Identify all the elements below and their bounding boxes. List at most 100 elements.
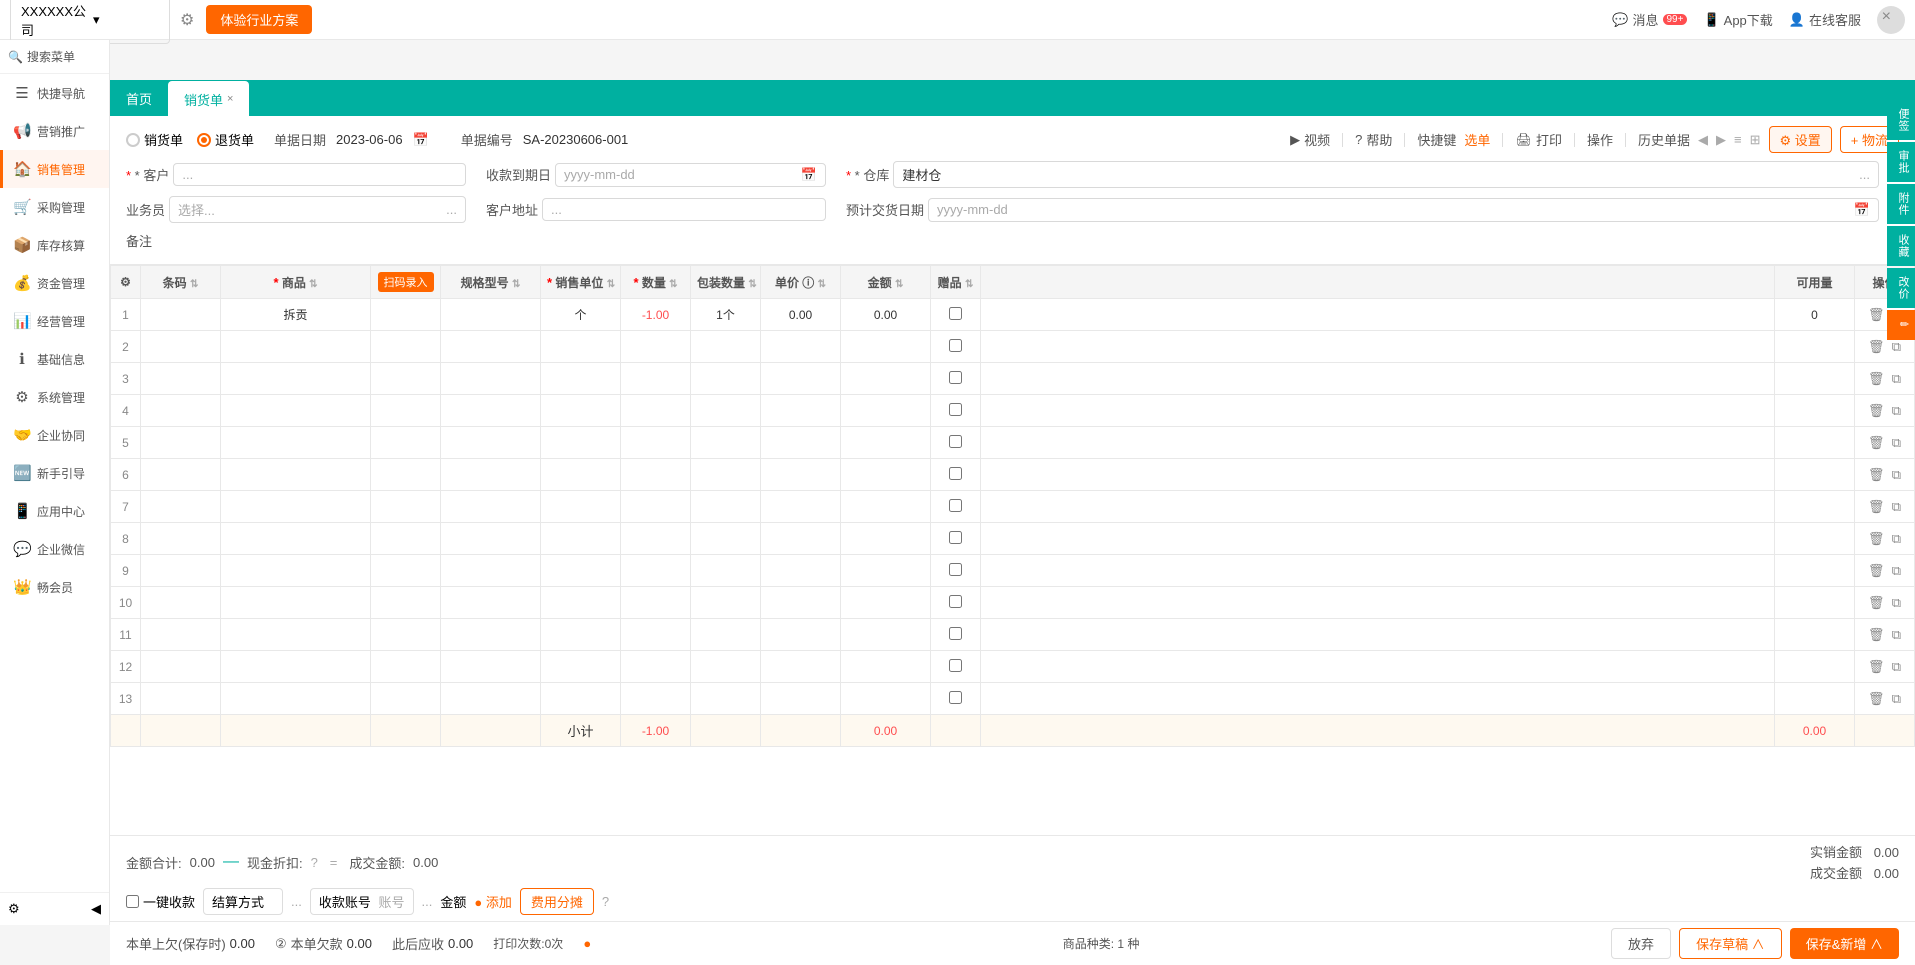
payment-account-select[interactable]: 收款账号 账号	[310, 888, 414, 915]
cell-spec[interactable]	[441, 587, 541, 619]
tab-close-icon[interactable]: ×	[227, 93, 233, 105]
cell-price[interactable]	[761, 491, 841, 523]
trial-button[interactable]: 体验行业方案	[206, 5, 312, 34]
delete-icon[interactable]: 🗑	[1868, 435, 1885, 450]
due-date-input[interactable]: yyyy-mm-dd 📅	[555, 163, 826, 187]
cell-pack-qty[interactable]	[691, 459, 761, 491]
cell-barcode[interactable]	[141, 363, 221, 395]
copy-icon[interactable]: ⧉	[1892, 691, 1901, 706]
cell-qty[interactable]	[621, 523, 691, 555]
cell-spec[interactable]	[441, 491, 541, 523]
cell-gift[interactable]	[931, 395, 981, 427]
operate-btn[interactable]: 操作	[1587, 130, 1613, 149]
cell-barcode[interactable]	[141, 587, 221, 619]
cell-qty[interactable]	[621, 555, 691, 587]
select-btn[interactable]: 选单	[1464, 130, 1490, 149]
warehouse-input[interactable]: 建材仓 ...	[893, 161, 1879, 188]
cell-price[interactable]	[761, 363, 841, 395]
cell-unit[interactable]	[541, 331, 621, 363]
settings-icon[interactable]: ⚙	[180, 10, 194, 30]
cell-amount[interactable]	[841, 651, 931, 683]
product-kind[interactable]: 商品种类: 1 种	[1063, 935, 1140, 952]
cell-price[interactable]	[761, 459, 841, 491]
cell-amount[interactable]	[841, 459, 931, 491]
delete-icon[interactable]: 🗑	[1868, 659, 1885, 674]
sidebar-item-finance[interactable]: 💰 资金管理	[0, 264, 109, 302]
sidebar-collapse-icon[interactable]: ◀	[91, 901, 101, 917]
cell-amount[interactable]: 0.00	[841, 299, 931, 331]
cell-barcode[interactable]	[141, 491, 221, 523]
cell-spec[interactable]	[441, 459, 541, 491]
add-payment-button[interactable]: ● 添加	[474, 892, 511, 911]
cell-gift[interactable]	[931, 491, 981, 523]
cell-pack-qty[interactable]	[691, 523, 761, 555]
cell-price[interactable]	[761, 331, 841, 363]
one-click-payment-checkbox[interactable]: 一键收款	[126, 892, 195, 911]
cell-pack-qty[interactable]	[691, 587, 761, 619]
cell-price[interactable]	[761, 619, 841, 651]
copy-icon[interactable]: ⧉	[1892, 563, 1901, 578]
gift-checkbox[interactable]	[949, 307, 962, 320]
cell-price[interactable]: 0.00	[761, 299, 841, 331]
discard-button[interactable]: 放弃	[1611, 928, 1671, 959]
copy-icon[interactable]: ⧉	[1892, 659, 1901, 674]
cell-amount[interactable]	[841, 619, 931, 651]
sidebar-item-marketing[interactable]: 📢 营销推广	[0, 112, 109, 150]
print-btn[interactable]: 🖨 打印	[1515, 130, 1562, 149]
cell-qty[interactable]	[621, 427, 691, 459]
cell-pack-qty[interactable]	[691, 331, 761, 363]
cell-product[interactable]	[221, 331, 371, 363]
cell-product[interactable]	[221, 427, 371, 459]
cell-barcode[interactable]	[141, 427, 221, 459]
copy-icon[interactable]: ⧉	[1892, 499, 1901, 514]
cell-gift[interactable]	[931, 619, 981, 651]
cell-product[interactable]	[221, 523, 371, 555]
gift-checkbox[interactable]	[949, 467, 962, 480]
cell-qty[interactable]	[621, 651, 691, 683]
sidebar-item-enterprise[interactable]: 🤝 企业协同	[0, 416, 109, 454]
sidebar-item-sales[interactable]: 🏠 销售管理	[0, 150, 109, 188]
delete-icon[interactable]: 🗑	[1868, 691, 1885, 706]
cell-spec[interactable]	[441, 619, 541, 651]
cell-spec[interactable]	[441, 299, 541, 331]
customer-addr-input[interactable]: ...	[542, 198, 826, 221]
cell-gift[interactable]	[931, 523, 981, 555]
cell-unit[interactable]	[541, 651, 621, 683]
cell-product[interactable]	[221, 395, 371, 427]
cell-qty[interactable]	[621, 395, 691, 427]
save-new-button[interactable]: 保存&新增 ∧	[1790, 928, 1899, 959]
cell-product[interactable]	[221, 363, 371, 395]
calendar-icon[interactable]: 📅	[413, 132, 429, 148]
panel-collect[interactable]: 收藏	[1887, 226, 1915, 266]
cell-amount[interactable]	[841, 331, 931, 363]
cell-spec[interactable]	[441, 555, 541, 587]
cell-gift[interactable]	[931, 459, 981, 491]
cell-product[interactable]	[221, 555, 371, 587]
gift-checkbox[interactable]	[949, 403, 962, 416]
gift-checkbox[interactable]	[949, 339, 962, 352]
cell-gift[interactable]	[931, 299, 981, 331]
cell-product[interactable]	[221, 491, 371, 523]
online-service-button[interactable]: 👤 在线客服	[1789, 10, 1861, 29]
cell-pack-qty[interactable]	[691, 427, 761, 459]
gift-checkbox[interactable]	[949, 563, 962, 576]
copy-icon[interactable]: ⧉	[1892, 435, 1901, 450]
cell-qty[interactable]	[621, 363, 691, 395]
cell-price[interactable]	[761, 523, 841, 555]
sidebar-item-operations[interactable]: 📊 经营管理	[0, 302, 109, 340]
cell-qty[interactable]	[621, 683, 691, 715]
delete-icon[interactable]: 🗑	[1868, 531, 1885, 546]
tab-sales-order[interactable]: 销货单 ×	[168, 81, 249, 117]
expense-button[interactable]: 费用分摊	[520, 888, 594, 915]
setup-button[interactable]: ⚙ 设置	[1769, 126, 1832, 153]
one-click-checkbox[interactable]	[126, 895, 139, 908]
cell-pack-qty[interactable]	[691, 619, 761, 651]
gift-checkbox[interactable]	[949, 659, 962, 672]
panel-note[interactable]: 便签	[1887, 100, 1915, 140]
sidebar-item-apps[interactable]: 📱 应用中心	[0, 492, 109, 530]
cell-spec[interactable]	[441, 523, 541, 555]
cell-barcode[interactable]	[141, 555, 221, 587]
sidebar-item-wechat[interactable]: 💬 企业微信	[0, 530, 109, 568]
cell-barcode[interactable]	[141, 651, 221, 683]
cell-unit[interactable]	[541, 587, 621, 619]
